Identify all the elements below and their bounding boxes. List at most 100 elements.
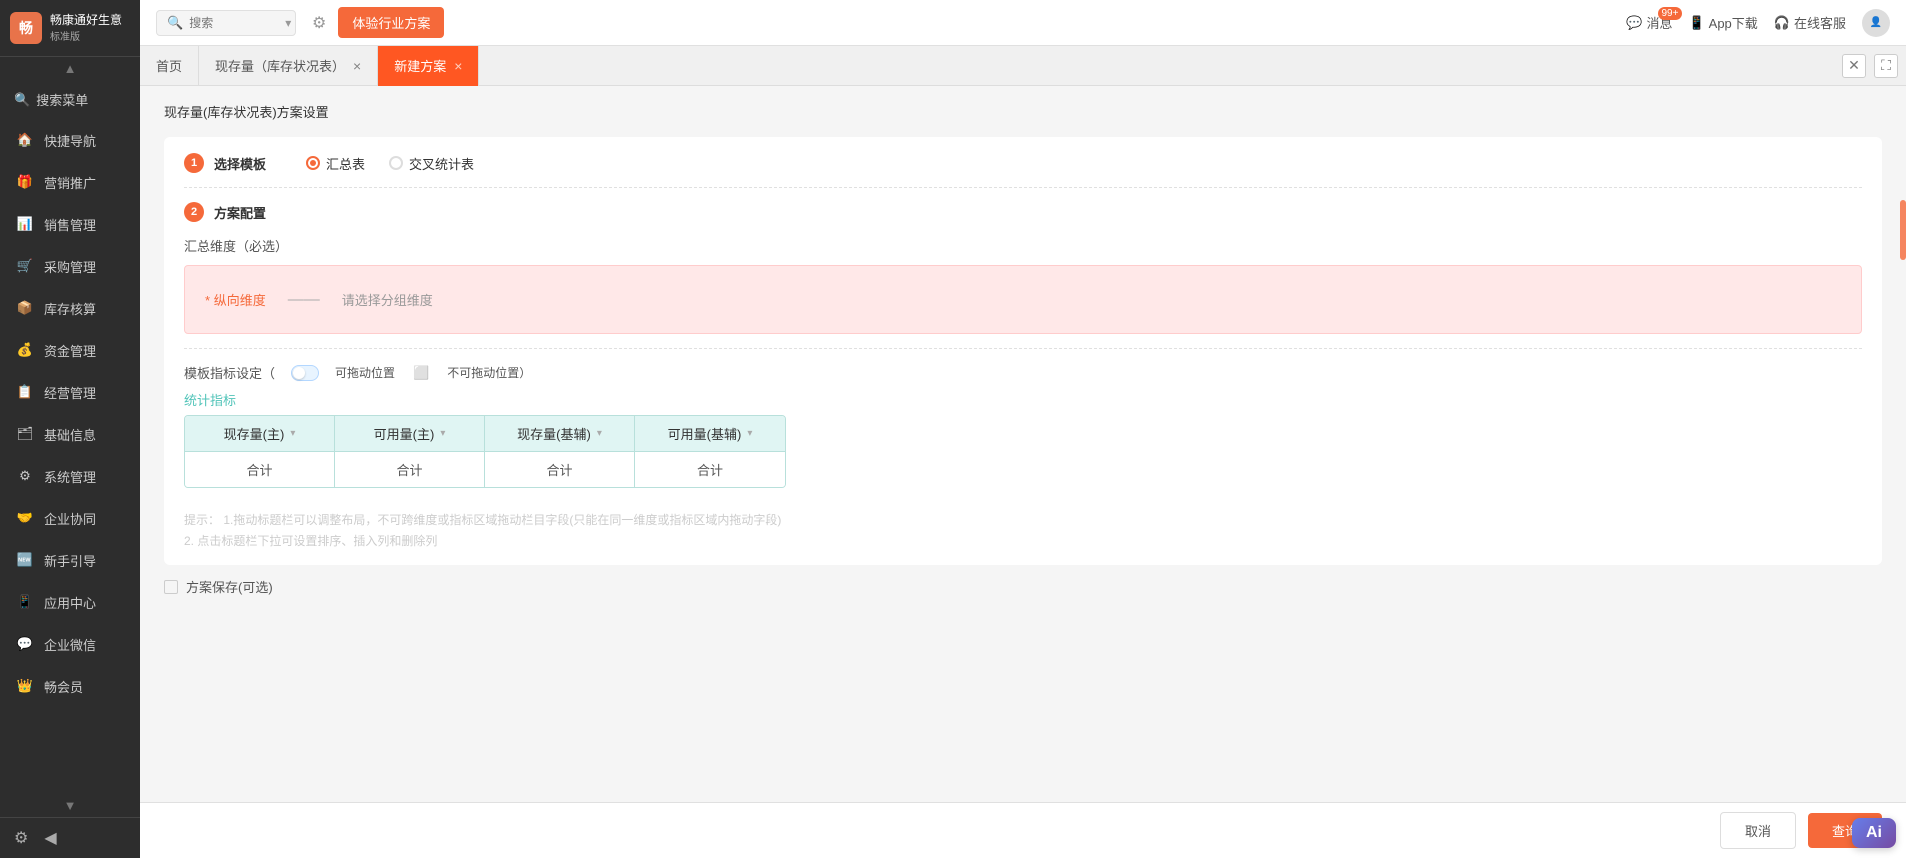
settings-bottom-icon[interactable]: ⚙: [14, 828, 28, 848]
divider2: [184, 348, 1862, 349]
messages-btn[interactable]: 💬 消息 99+: [1626, 13, 1672, 32]
sidebar-item-marketing[interactable]: 🎁 营销推广: [0, 161, 140, 203]
stats-table-header: 现存量(主) ▾ 合计 可用量(主) ▾ 合计: [185, 416, 785, 487]
tab-inventory-status-close[interactable]: ×: [353, 58, 361, 74]
chat-icon: 💬: [14, 633, 36, 655]
stats-col-3: 可用量(基辅) ▾ 合计: [635, 416, 785, 487]
col-2-chevron: ▾: [597, 428, 602, 439]
sidebar-item-operation[interactable]: 📋 经营管理: [0, 371, 140, 413]
radio-cross-dot: [389, 156, 403, 170]
sidebar-item-label: 经营管理: [44, 383, 96, 402]
search-icon: 🔍: [14, 92, 30, 108]
stats-col-0-header[interactable]: 现存量(主) ▾: [185, 416, 334, 452]
save-checkbox[interactable]: [164, 580, 178, 594]
tips-section: 提示： 1.拖动标题栏可以调整布局，不可跨维度或指标区域拖动栏目字段(只能在同一…: [184, 511, 1862, 549]
radio-summary-dot: [306, 156, 320, 170]
sidebar-scroll-up[interactable]: ▲: [0, 57, 140, 80]
topbar-gear-icon[interactable]: ⚙: [312, 13, 326, 33]
sidebar-item-base[interactable]: 🗂 基础信息: [0, 413, 140, 455]
dimension-field-label: 汇总维度（必选）: [184, 236, 1862, 255]
message-icon: 💬: [1626, 15, 1642, 31]
tab-new-scheme-close[interactable]: ×: [454, 58, 462, 74]
radio-cross[interactable]: 交叉统计表: [389, 154, 474, 173]
app-version: 标准版: [50, 28, 122, 43]
sidebar-item-label: 新手引导: [44, 551, 96, 570]
tab-new-scheme[interactable]: 新建方案 ×: [378, 46, 479, 86]
stats-col-2-header[interactable]: 现存量(基辅) ▾: [485, 416, 634, 452]
sidebar-search[interactable]: 🔍 搜索菜单: [0, 80, 140, 119]
search-topbar-icon: 🔍: [167, 15, 183, 31]
stats-col-1-header[interactable]: 可用量(主) ▾: [335, 416, 484, 452]
sidebar-item-quick-nav[interactable]: 🏠 快捷导航: [0, 119, 140, 161]
col-0-chevron: ▾: [290, 428, 295, 439]
sidebar-item-label: 企业协同: [44, 509, 96, 528]
close-tab-btn[interactable]: ✕: [1842, 54, 1866, 78]
trial-btn[interactable]: 体验行业方案: [338, 7, 444, 38]
stats-col-2: 现存量(基辅) ▾ 合计: [485, 416, 635, 487]
money-icon: 💰: [14, 339, 36, 361]
cancel-button[interactable]: 取消: [1720, 812, 1796, 849]
folder-icon: 🗂: [14, 423, 36, 445]
dimension-box: * 纵向维度 —— 请选择分组维度: [184, 265, 1862, 334]
sidebar-item-label: 资金管理: [44, 341, 96, 360]
save-checkbox-label: 方案保存(可选): [186, 577, 273, 596]
step1-title: 选择模板: [214, 154, 266, 173]
stats-section: 统计指标 现存量(主) ▾ 合计: [184, 390, 1862, 491]
sidebar-item-label: 畅会员: [44, 677, 83, 696]
sidebar-nav: 🔍 搜索菜单 🏠 快捷导航 🎁 营销推广 📊 销售管理 🛒 采购管理 📦 库存核…: [0, 80, 140, 794]
sidebar-item-label: 库存核算: [44, 299, 96, 318]
sidebar-item-enterprise[interactable]: 🤝 企业协同: [0, 497, 140, 539]
online-service-btn[interactable]: 🎧 在线客服: [1774, 13, 1846, 32]
avatar[interactable]: 👤: [1862, 9, 1890, 37]
tip-row-1: 提示： 1.拖动标题栏可以调整布局，不可跨维度或指标区域拖动栏目字段(只能在同一…: [184, 511, 1862, 528]
clipboard-icon: 📋: [14, 381, 36, 403]
stats-col-3-label: 可用量(基辅): [668, 424, 742, 443]
sidebar-bottom: ⚙ ◀: [0, 817, 140, 858]
tip-row-2: 2. 点击标题栏下拉可设置排序、插入列和删除列: [184, 532, 1862, 549]
ai-badge[interactable]: Ai: [1852, 818, 1896, 848]
sidebar-item-wechat[interactable]: 💬 企业微信: [0, 623, 140, 665]
dim-placeholder: 请选择分组维度: [342, 290, 433, 309]
section-card: 1 选择模板 汇总表 交叉统计表 2 方案配置: [164, 137, 1882, 565]
sidebar-logo: 畅 畅康通好生意 标准版: [0, 0, 140, 57]
app-download-btn[interactable]: 📱 App下载: [1688, 13, 1757, 32]
tab-home[interactable]: 首页: [140, 46, 199, 86]
radio-summary[interactable]: 汇总表: [306, 154, 365, 173]
search-dropdown-icon[interactable]: ▾: [285, 16, 291, 30]
sidebar-item-guide[interactable]: 🆕 新手引导: [0, 539, 140, 581]
tab-inventory-status[interactable]: 现存量（库存状况表） ×: [199, 46, 378, 86]
new-icon: 🆕: [14, 549, 36, 571]
sidebar-item-label: 销售管理: [44, 215, 96, 234]
app-download-label: App下载: [1709, 13, 1758, 32]
draggable-sep: ⬜: [413, 365, 429, 381]
expand-tab-btn[interactable]: ⛶: [1874, 54, 1898, 78]
stats-col-1: 可用量(主) ▾ 合计: [335, 416, 485, 487]
tip-item-1: 1.拖动标题栏可以调整布局，不可跨维度或指标区域拖动栏目字段(只能在同一维度或指…: [223, 513, 781, 527]
draggable-toggle[interactable]: [291, 365, 319, 381]
search-input[interactable]: [189, 16, 279, 30]
online-service-label: 在线客服: [1794, 13, 1846, 32]
divider1: [184, 187, 1862, 188]
stats-title: 统计指标: [184, 390, 1862, 409]
stats-col-3-cell: 合计: [635, 452, 785, 487]
sidebar-item-member[interactable]: 👑 畅会员: [0, 665, 140, 707]
collapse-icon[interactable]: ◀: [44, 828, 56, 848]
sidebar-item-inventory[interactable]: 📦 库存核算: [0, 287, 140, 329]
sidebar-scroll-down[interactable]: ▼: [0, 794, 140, 817]
radio-cross-label: 交叉统计表: [409, 154, 474, 173]
sidebar-item-purchase[interactable]: 🛒 采购管理: [0, 245, 140, 287]
app-name: 畅康通好生意: [50, 13, 122, 29]
stats-col-3-header[interactable]: 可用量(基辅) ▾: [635, 416, 785, 452]
tab-home-label: 首页: [156, 56, 182, 75]
app-logo-icon: 畅: [10, 12, 42, 44]
template-radio-group: 汇总表 交叉统计表: [306, 154, 474, 173]
sidebar-item-apps[interactable]: 📱 应用中心: [0, 581, 140, 623]
sidebar-item-system[interactable]: ⚙ 系统管理: [0, 455, 140, 497]
sidebar-item-label: 基础信息: [44, 425, 96, 444]
non-draggable-text: 不可拖动位置）: [447, 364, 531, 381]
sidebar-item-sales[interactable]: 📊 销售管理: [0, 203, 140, 245]
topbar-search-box[interactable]: 🔍 ▾: [156, 10, 296, 36]
main-area: 🔍 ▾ ⚙ 体验行业方案 💬 消息 99+ 📱 App下载 🎧 在线客服 👤: [140, 0, 1906, 858]
sidebar-item-finance[interactable]: 💰 资金管理: [0, 329, 140, 371]
tab-new-scheme-label: 新建方案: [394, 56, 446, 75]
